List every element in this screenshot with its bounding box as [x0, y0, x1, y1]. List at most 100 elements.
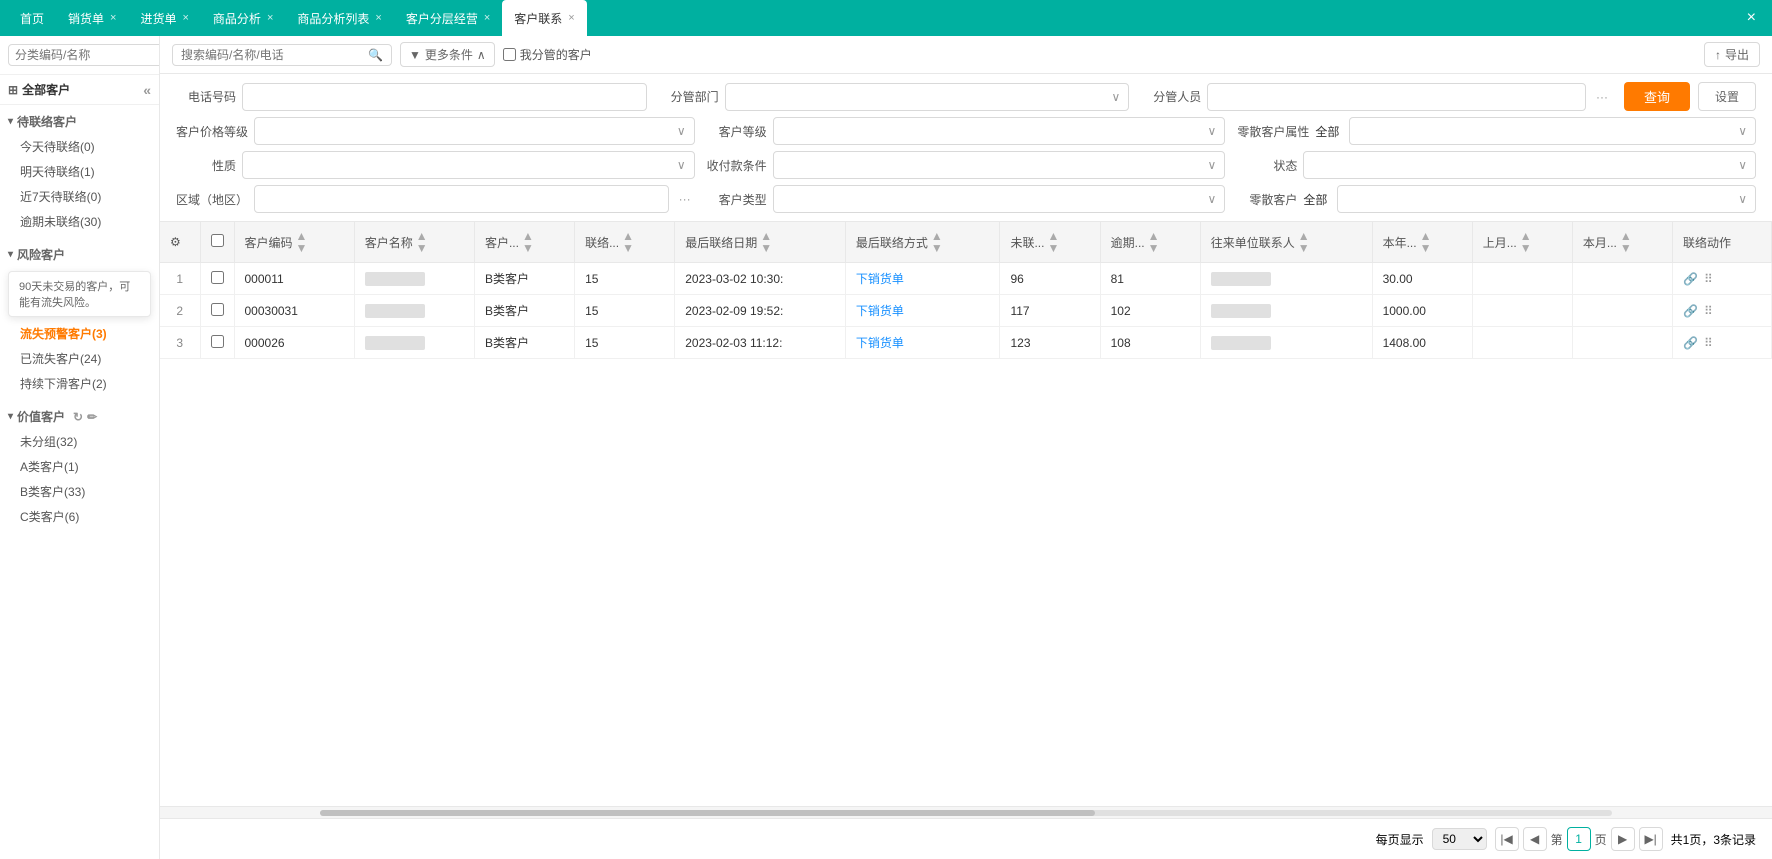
select-all-checkbox[interactable] [211, 234, 224, 247]
sidebar-item-7days[interactable]: 近7天待联络(0) [0, 184, 159, 209]
tab-close-customer-tier[interactable]: × [484, 12, 490, 24]
action-more-icon-2[interactable]: ⠿ [1704, 336, 1713, 350]
horizontal-scrollbar[interactable] [320, 810, 1612, 816]
sidebar-item-declining[interactable]: 持续下滑客户(2) [0, 371, 159, 396]
last-page-button[interactable]: ▶| [1639, 827, 1663, 851]
sidebar-all-customers[interactable]: ⊞ 全部客户 « [0, 75, 159, 105]
sort-uncontacted[interactable]: 未联... ▲▼ [1010, 230, 1059, 254]
sort-arrows-last-method: ▲▼ [931, 230, 943, 254]
tab-customer-contact[interactable]: 客户联系 × [502, 0, 586, 36]
search-icon-main[interactable]: 🔍 [368, 48, 383, 62]
filter-zero-attr-select[interactable]: ∨ [1349, 117, 1756, 145]
sort-arrows-this-year: ▲▼ [1420, 230, 1432, 254]
tab-product-list[interactable]: 商品分析列表 × [285, 0, 393, 36]
filter-dept-select[interactable]: ∨ [725, 83, 1130, 111]
filter-row-2: 客户价格等级 ∨ 客户等级 ∨ 零散客户属性 全部 ∨ [176, 117, 1756, 145]
col-select-all[interactable] [200, 222, 234, 263]
action-link-icon-2[interactable]: 🔗 [1683, 336, 1698, 350]
filter-zero-attr-label: 零散客户属性 [1237, 123, 1309, 140]
row-checkbox-2[interactable] [200, 327, 234, 359]
prev-page-button[interactable]: ◀ [1523, 827, 1547, 851]
tab-purchase[interactable]: 进货单 × [128, 0, 200, 36]
my-customers-checkbox-label[interactable]: 我分管的客户 [503, 46, 592, 63]
search-input[interactable] [181, 48, 364, 62]
action-link-icon-0[interactable]: 🔗 [1683, 272, 1698, 286]
area-more-icon[interactable]: ··· [675, 192, 695, 206]
sidebar-item-class-a[interactable]: A类客户(1) [0, 454, 159, 479]
sort-code[interactable]: 客户编码 ▲▼ [245, 230, 308, 254]
sort-contact-person[interactable]: 往来单位联系人 ▲▼ [1211, 230, 1310, 254]
row-checkbox-1[interactable] [200, 295, 234, 327]
filter-panel: 电话号码 分管部门 ∨ 分管人员 ··· 查询 [160, 74, 1772, 222]
export-button[interactable]: ↑ 导出 [1704, 42, 1760, 67]
sidebar-group-risk-title[interactable]: ▾ 风险客户 [0, 242, 159, 267]
filter-level-select[interactable]: ∨ [773, 117, 1226, 145]
sort-last-method[interactable]: 最后联络方式 ▲▼ [856, 230, 943, 254]
close-all-icon[interactable]: × [1739, 9, 1764, 27]
tab-close-purchase[interactable]: × [182, 12, 188, 24]
row-last-method-1[interactable]: 下销货单 [845, 295, 1000, 327]
tab-customer-tier[interactable]: 客户分层经营 × [394, 0, 502, 36]
filter-person-select[interactable] [1207, 83, 1586, 111]
tab-close-customer-contact[interactable]: × [568, 12, 574, 24]
sidebar-item-ungrouped[interactable]: 未分组(32) [0, 429, 159, 454]
action-more-icon-0[interactable]: ⠿ [1704, 272, 1713, 286]
row-checkbox-0[interactable] [200, 263, 234, 295]
filter-level-label: 客户等级 [707, 123, 767, 140]
sidebar-item-churned[interactable]: 已流失客户(24) [0, 346, 159, 371]
filter-area-select[interactable] [254, 185, 669, 213]
more-icon[interactable]: ··· [1592, 90, 1612, 104]
tab-close-product-analysis[interactable]: × [267, 12, 273, 24]
row-code-0: 000011 [234, 263, 354, 295]
more-filter-button[interactable]: ▼ 更多条件 ∧ [400, 42, 495, 67]
sidebar-item-overdue[interactable]: 逾期未联络(30) [0, 209, 159, 234]
collapse-icon[interactable]: « [143, 82, 151, 98]
sort-name[interactable]: 客户名称 ▲▼ [365, 230, 428, 254]
tab-close-product-list[interactable]: × [375, 12, 381, 24]
sidebar-group-pending-title[interactable]: ▾ 待联络客户 [0, 109, 159, 134]
filter-phone-input[interactable] [242, 83, 647, 111]
sort-contact[interactable]: 联络... ▲▼ [585, 230, 634, 254]
next-page-button[interactable]: ▶ [1611, 827, 1635, 851]
row-contact-person-0 [1200, 263, 1372, 295]
action-link-icon-1[interactable]: 🔗 [1683, 304, 1698, 318]
filter-type-select[interactable]: ∨ [773, 185, 1226, 213]
row-overdue-0: 81 [1100, 263, 1200, 295]
filter-gender-select[interactable]: ∨ [242, 151, 695, 179]
sort-overdue[interactable]: 逾期... ▲▼ [1111, 230, 1160, 254]
sort-this-year[interactable]: 本年... ▲▼ [1383, 230, 1432, 254]
filter-status-select[interactable]: ∨ [1303, 151, 1756, 179]
sidebar-item-today[interactable]: 今天待联络(0) [0, 134, 159, 159]
setting-button[interactable]: 设置 [1698, 82, 1756, 111]
query-button[interactable]: 查询 [1624, 82, 1690, 111]
my-customers-checkbox[interactable] [503, 48, 516, 61]
sidebar-search-input[interactable] [8, 44, 160, 66]
sidebar-item-class-c[interactable]: C类客户(6) [0, 504, 159, 529]
action-more-icon-1[interactable]: ⠿ [1704, 304, 1713, 318]
filter-level: 客户等级 ∨ [707, 117, 1226, 145]
filter-zero-customer-select[interactable]: ∨ [1337, 185, 1756, 213]
sort-type[interactable]: 客户... ▲▼ [485, 230, 534, 254]
filter-row-3: 性质 ∨ 收付款条件 ∨ 状态 ∨ [176, 151, 1756, 179]
filter-icon: ▼ [409, 48, 421, 62]
per-page-select[interactable]: 50 100 200 [1432, 828, 1487, 850]
sidebar-group-pending: ▾ 待联络客户 今天待联络(0) 明天待联络(1) 近7天待联络(0) 逾期未联… [0, 105, 159, 238]
sidebar-group-value-title[interactable]: ▾ 价值客户 ↻ ✏ [0, 404, 159, 429]
filter-price-select[interactable]: ∨ [254, 117, 695, 145]
sidebar-item-churn-warning[interactable]: 流失预警客户(3) [0, 321, 159, 346]
row-uncontacted-0: 96 [1000, 263, 1100, 295]
tab-product-analysis[interactable]: 商品分析 × [201, 0, 285, 36]
tab-close-sales[interactable]: × [110, 12, 116, 24]
sort-this-month[interactable]: 本月... ▲▼ [1583, 230, 1632, 254]
sort-last-month[interactable]: 上月... ▲▼ [1483, 230, 1532, 254]
row-last-method-2[interactable]: 下销货单 [845, 327, 1000, 359]
col-settings[interactable]: ⚙ [160, 222, 200, 263]
tab-home[interactable]: 首页 [8, 0, 56, 36]
tab-sales[interactable]: 销货单 × [56, 0, 128, 36]
sidebar-item-tomorrow[interactable]: 明天待联络(1) [0, 159, 159, 184]
filter-payment-select[interactable]: ∨ [773, 151, 1226, 179]
sidebar-item-class-b[interactable]: B类客户(33) [0, 479, 159, 504]
first-page-button[interactable]: |◀ [1495, 827, 1519, 851]
sort-last-date[interactable]: 最后联络日期 ▲▼ [685, 230, 772, 254]
row-last-method-0[interactable]: 下销货单 [845, 263, 1000, 295]
